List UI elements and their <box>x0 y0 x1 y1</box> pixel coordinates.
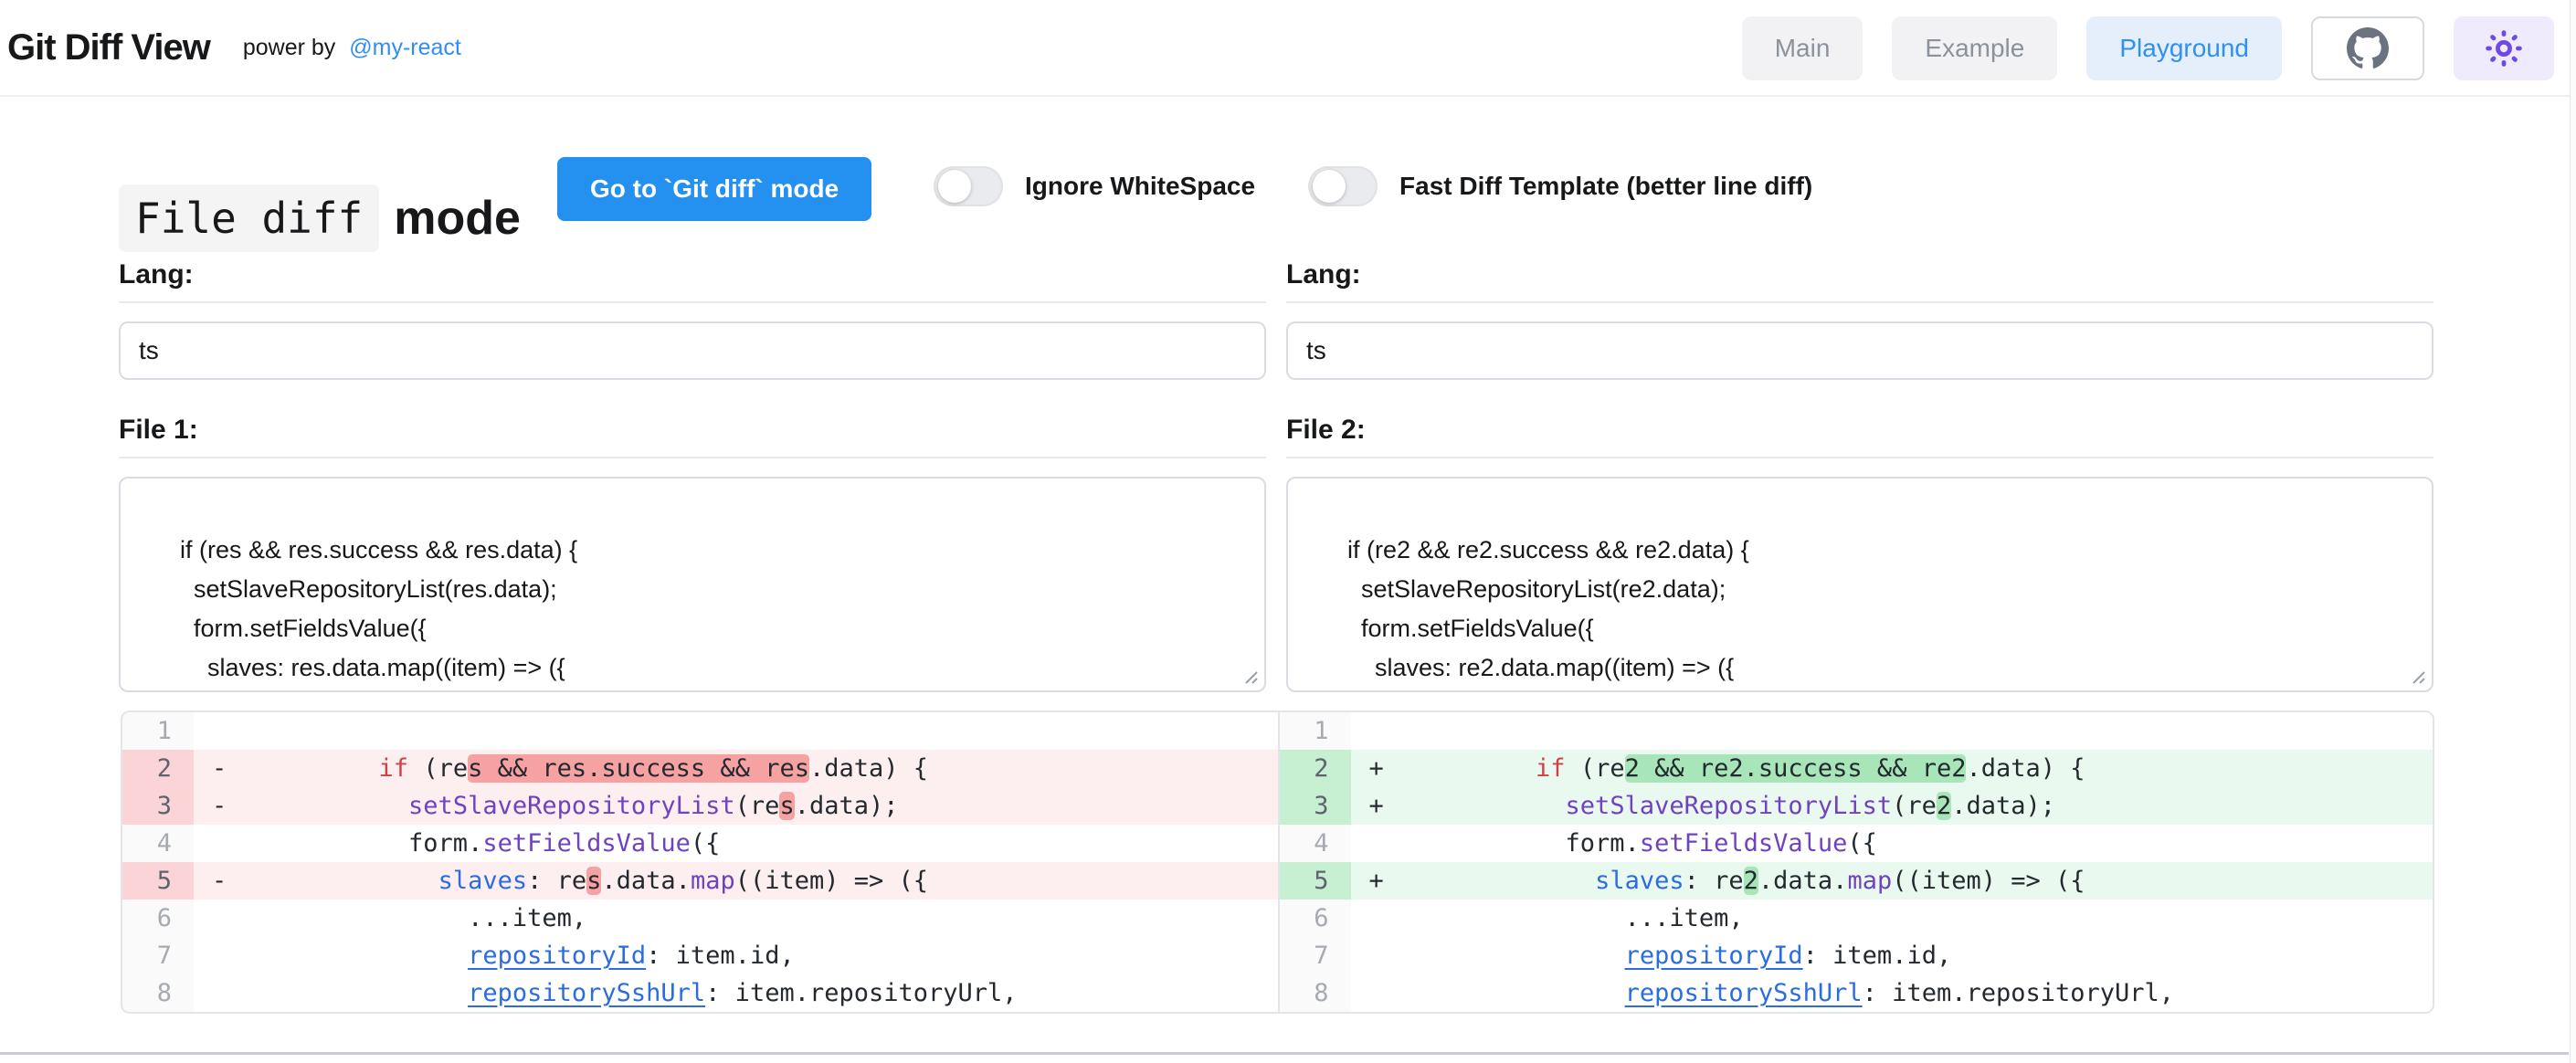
fast-diff-label: Fast Diff Template (better line diff) <box>1399 172 1812 201</box>
diff-row: 1 <box>1280 712 2433 750</box>
diff-row: 8 repositorySshUrl: item.repositoryUrl, <box>1280 974 2433 1012</box>
diff-line-content <box>194 712 1278 750</box>
github-icon <box>2347 27 2389 69</box>
diff-pane-file1: 12- if (res && res.success && res.data) … <box>122 712 1278 1012</box>
file2-label: File 2: <box>1286 405 2433 458</box>
diff-row: 5+ slaves: re2.data.map((item) => ({ <box>1280 862 2433 900</box>
diff-pane-file2: 12+ if (re2 && re2.success && re2.data) … <box>1278 712 2433 1012</box>
top-nav: Main Example Playground <box>1742 0 2554 97</box>
mode-heading-suffix: mode <box>394 191 521 246</box>
theme-toggle-button[interactable] <box>2454 16 2554 80</box>
diff-viewer: 12- if (res && res.success && res.data) … <box>121 710 2434 1014</box>
file1-textarea[interactable]: if (res && res.success && res.data) { se… <box>119 477 1266 692</box>
diff-line-content <box>1351 712 2433 750</box>
diff-row: 4 form.setFieldsValue({ <box>1280 825 2433 862</box>
power-by-prefix: power by <box>243 35 335 60</box>
diff-line-content: ...item, <box>194 900 1278 937</box>
diff-line-content: repositorySshUrl: item.repositoryUrl, <box>1351 974 2433 1012</box>
ignore-whitespace-label: Ignore WhiteSpace <box>1025 172 1255 201</box>
nav-main-button[interactable]: Main <box>1742 16 1863 80</box>
page-scrollbar[interactable] <box>2570 0 2576 1063</box>
diff-row: 2- if (res && res.success && res.data) { <box>122 750 1278 787</box>
diff-marker: + <box>1351 862 1447 900</box>
line-number: 8 <box>1280 974 1351 1012</box>
line-number: 7 <box>122 937 194 974</box>
diff-line-content: ...item, <box>1351 900 2433 937</box>
diff-row: 6 ...item, <box>1280 900 2433 937</box>
diff-line-content: - setSlaveRepositoryList(res.data); <box>194 787 1278 825</box>
toggle-knob <box>938 170 971 203</box>
diff-marker: + <box>1351 750 1447 787</box>
line-number: 5 <box>122 862 194 900</box>
diff-row: 4 form.setFieldsValue({ <box>122 825 1278 862</box>
line-number: 1 <box>1280 712 1351 750</box>
diff-row: 5- slaves: res.data.map((item) => ({ <box>122 862 1278 900</box>
line-number: 6 <box>122 900 194 937</box>
file1-textarea-wrap: if (res && res.success && res.data) { se… <box>119 477 1266 692</box>
diff-marker: - <box>194 787 290 825</box>
page-title: Git Diff View <box>7 27 210 68</box>
diff-line-content: + setSlaveRepositoryList(re2.data); <box>1351 787 2433 825</box>
fast-diff-toggle[interactable] <box>1308 166 1378 206</box>
lang-label-left: Lang: <box>119 250 1266 303</box>
file2-textarea[interactable]: if (re2 && re2.success && re2.data) { se… <box>1286 477 2433 692</box>
diff-line-content: repositorySshUrl: item.repositoryUrl, <box>194 974 1278 1012</box>
file1-label: File 1: <box>119 405 1266 458</box>
diff-line-content: + slaves: re2.data.map((item) => ({ <box>1351 862 2433 900</box>
lang-input-left[interactable] <box>119 321 1266 380</box>
line-number: 2 <box>1280 750 1351 787</box>
diff-marker: + <box>1351 787 1447 825</box>
file2-textarea-wrap: if (re2 && re2.success && re2.data) { se… <box>1286 477 2433 692</box>
toggle-row: Ignore WhiteSpace Fast Diff Template (be… <box>934 166 1812 206</box>
mode-code-chip: File diff <box>119 184 379 252</box>
github-button[interactable] <box>2311 16 2424 80</box>
line-number: 4 <box>122 825 194 862</box>
diff-line-content: repositoryId: item.id, <box>1351 937 2433 974</box>
diff-line-content: form.setFieldsValue({ <box>1351 825 2433 862</box>
diff-line-content: repositoryId: item.id, <box>194 937 1278 974</box>
diff-line-content: form.setFieldsValue({ <box>194 825 1278 862</box>
nav-example-button[interactable]: Example <box>1892 16 2057 80</box>
diff-row: 7 repositoryId: item.id, <box>1280 937 2433 974</box>
line-number: 5 <box>1280 862 1351 900</box>
diff-row: 6 ...item, <box>122 900 1278 937</box>
lang-label-right: Lang: <box>1286 250 2433 303</box>
line-number: 3 <box>1280 787 1351 825</box>
line-number: 2 <box>122 750 194 787</box>
diff-row: 7 repositoryId: item.id, <box>122 937 1278 974</box>
diff-row: 1 <box>122 712 1278 750</box>
footer-divider <box>0 1052 2569 1055</box>
line-number: 4 <box>1280 825 1351 862</box>
lang-input-right[interactable] <box>1286 321 2433 380</box>
diff-line-content: - slaves: res.data.map((item) => ({ <box>194 862 1278 900</box>
line-number: 7 <box>1280 937 1351 974</box>
diff-marker: - <box>194 862 290 900</box>
sun-icon <box>2484 28 2524 68</box>
power-by-text: power by @my-react <box>243 35 461 61</box>
diff-marker: - <box>194 750 290 787</box>
diff-line-content: + if (re2 && re2.success && re2.data) { <box>1351 750 2433 787</box>
ignore-whitespace-toggle[interactable] <box>934 166 1003 206</box>
mode-heading: File diff mode <box>119 184 521 253</box>
line-number: 1 <box>122 712 194 750</box>
diff-line-content: - if (res && res.success && res.data) { <box>194 750 1278 787</box>
line-number: 8 <box>122 974 194 1012</box>
line-number: 6 <box>1280 900 1351 937</box>
toggle-knob <box>1313 170 1346 203</box>
diff-row: 2+ if (re2 && re2.success && re2.data) { <box>1280 750 2433 787</box>
diff-row: 8 repositorySshUrl: item.repositoryUrl, <box>122 974 1278 1012</box>
my-react-link[interactable]: @my-react <box>349 35 461 60</box>
line-number: 3 <box>122 787 194 825</box>
nav-playground-button[interactable]: Playground <box>2086 16 2282 80</box>
go-to-git-diff-mode-button[interactable]: Go to `Git diff` mode <box>557 157 871 221</box>
diff-row: 3+ setSlaveRepositoryList(re2.data); <box>1280 787 2433 825</box>
diff-row: 3- setSlaveRepositoryList(res.data); <box>122 787 1278 825</box>
site-header: Git Diff View power by @my-react Main Ex… <box>0 0 2576 97</box>
